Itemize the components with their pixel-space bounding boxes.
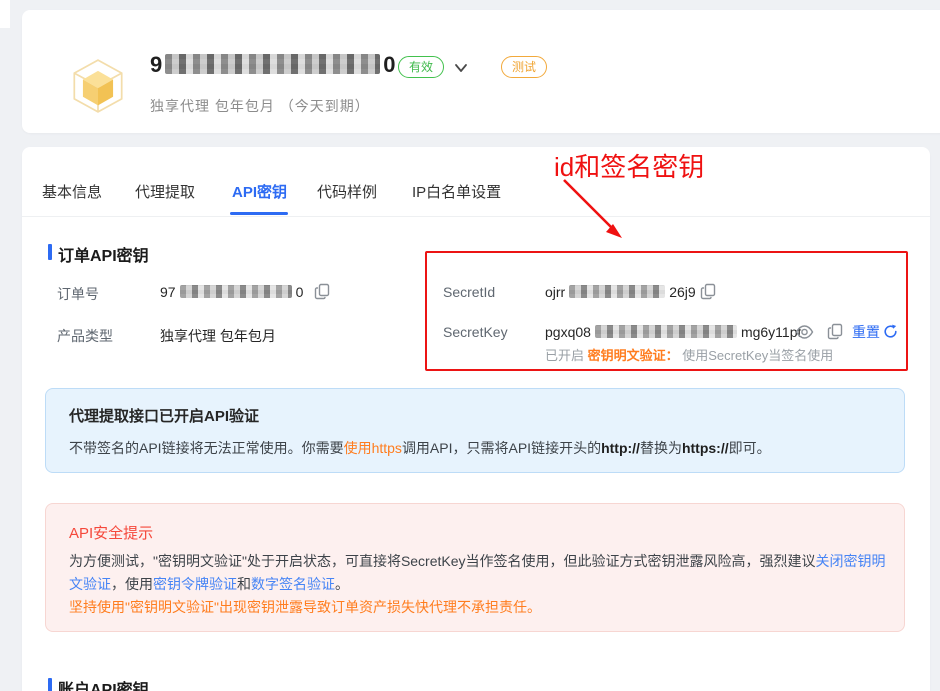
order-no-redacted bbox=[180, 285, 292, 298]
order-number-prefix: 9 bbox=[150, 52, 162, 77]
secret-key-redacted bbox=[595, 325, 737, 338]
note-prefix: 已开启 bbox=[545, 348, 588, 363]
warning-text-1: 为方便测试，"密钥明文验证"处于开启状态，可直接将SecretKey当作签名使用… bbox=[69, 553, 816, 569]
order-no-suffix: 0 bbox=[296, 284, 304, 300]
status-badge-valid: 有效 bbox=[398, 56, 444, 78]
https-scheme-text: https:// bbox=[682, 440, 729, 456]
secret-id-suffix: 26j9 bbox=[669, 284, 695, 300]
info-box-title: 代理提取接口已开启API验证 bbox=[69, 405, 259, 426]
product-type-label: 产品类型 bbox=[57, 326, 113, 346]
secret-key-suffix: mg6y11pt bbox=[741, 324, 801, 340]
tab-api-key[interactable]: API密钥 bbox=[232, 181, 287, 202]
info-body-2: 调用API，只需将API链接开头的 bbox=[402, 440, 601, 456]
order-number-suffix: 0 bbox=[383, 52, 395, 77]
order-subtitle: 独享代理 包年包月 （今天到期） bbox=[150, 96, 370, 116]
warning-text-2: ，使用 bbox=[111, 576, 153, 592]
order-number: 90 bbox=[150, 52, 396, 78]
http-scheme-text: http:// bbox=[601, 440, 640, 456]
reset-key-button[interactable]: 重置 bbox=[852, 322, 895, 342]
order-no-label: 订单号 bbox=[57, 284, 99, 304]
warning-line-1: 为方便测试，"密钥明文验证"处于开启状态，可直接将SecretKey当作签名使用… bbox=[69, 550, 897, 596]
reset-label: 重置 bbox=[852, 324, 880, 340]
secret-id-redacted bbox=[569, 285, 665, 298]
secret-key-label: SecretKey bbox=[443, 324, 508, 340]
secret-id-label: SecretId bbox=[443, 284, 495, 300]
product-type-value: 独享代理 包年包月 bbox=[160, 326, 276, 346]
active-tab-underline bbox=[230, 212, 288, 215]
note-suffix: 使用SecretKey当签名使用 bbox=[679, 348, 834, 363]
section-bar bbox=[48, 678, 52, 691]
info-box-body: 不带签名的API链接将无法正常使用。你需要使用https调用API，只需将API… bbox=[69, 437, 889, 459]
order-no-prefix: 97 bbox=[160, 284, 176, 300]
annotation-arrow-icon bbox=[550, 176, 642, 248]
signature-verification-link[interactable]: 数字签名验证 bbox=[251, 576, 335, 592]
tab-ip-whitelist[interactable]: IP白名单设置 bbox=[412, 181, 501, 202]
copy-icon[interactable] bbox=[314, 283, 331, 300]
copy-icon[interactable] bbox=[827, 323, 844, 340]
product-cube-icon bbox=[70, 58, 126, 114]
corner-notch bbox=[0, 0, 10, 28]
info-body-4: 即可。 bbox=[729, 440, 771, 456]
token-verification-link[interactable]: 密钥令牌验证 bbox=[153, 576, 237, 592]
secret-id-value: ojrr 26j9 bbox=[545, 284, 696, 300]
warning-text-3: 和 bbox=[237, 576, 251, 592]
plaintext-verification-note: 已开启 密钥明文验证： 使用SecretKey当签名使用 bbox=[545, 345, 833, 364]
section-title-order-api-key: 订单API密钥 bbox=[58, 242, 149, 266]
copy-icon[interactable] bbox=[700, 283, 717, 300]
warning-box-body: 为方便测试，"密钥明文验证"处于开启状态，可直接将SecretKey当作签名使用… bbox=[69, 550, 897, 619]
use-https-link[interactable]: 使用https bbox=[344, 440, 402, 456]
warning-box-title: API安全提示 bbox=[69, 522, 153, 543]
section-bar bbox=[48, 244, 52, 260]
warning-text-4: 。 bbox=[335, 576, 349, 592]
tab-code-samples[interactable]: 代码样例 bbox=[317, 181, 377, 202]
info-body-1: 不带签名的API链接将无法正常使用。你需要 bbox=[69, 440, 344, 456]
chevron-down-icon[interactable] bbox=[452, 60, 470, 76]
tabs-divider bbox=[22, 216, 930, 217]
api-security-warning-box: API安全提示 为方便测试，"密钥明文验证"处于开启状态，可直接将SecretK… bbox=[45, 503, 905, 632]
order-no-value: 97 0 bbox=[160, 284, 303, 300]
order-number-redacted bbox=[165, 54, 380, 74]
note-highlight: 密钥明文验证： bbox=[588, 348, 679, 363]
warning-disclaimer: 坚持使用"密钥明文验证"出现密钥泄露导致订单资产损失快代理不承担责任。 bbox=[69, 596, 897, 619]
env-badge-test: 测试 bbox=[501, 56, 547, 78]
tab-basic-info[interactable]: 基本信息 bbox=[42, 181, 102, 202]
refresh-icon bbox=[883, 324, 898, 339]
secret-id-prefix: ojrr bbox=[545, 284, 565, 300]
info-body-3: 替换为 bbox=[640, 440, 682, 456]
api-verification-info-box: 代理提取接口已开启API验证 不带签名的API链接将无法正常使用。你需要使用ht… bbox=[45, 388, 905, 473]
order-summary-card: 90 有效 测试 独享代理 包年包月 （今天到期） bbox=[22, 10, 940, 133]
app-page: 90 有效 测试 独享代理 包年包月 （今天到期） 基本信息 代理提取 API密… bbox=[0, 0, 940, 691]
secret-key-value: pgxq08 mg6y11pt bbox=[545, 324, 801, 340]
tab-proxy-fetch[interactable]: 代理提取 bbox=[135, 181, 195, 202]
secret-key-prefix: pgxq08 bbox=[545, 324, 591, 340]
section-title-account-api-key: 账户API密钥 bbox=[58, 676, 149, 691]
eye-icon[interactable] bbox=[795, 325, 814, 339]
